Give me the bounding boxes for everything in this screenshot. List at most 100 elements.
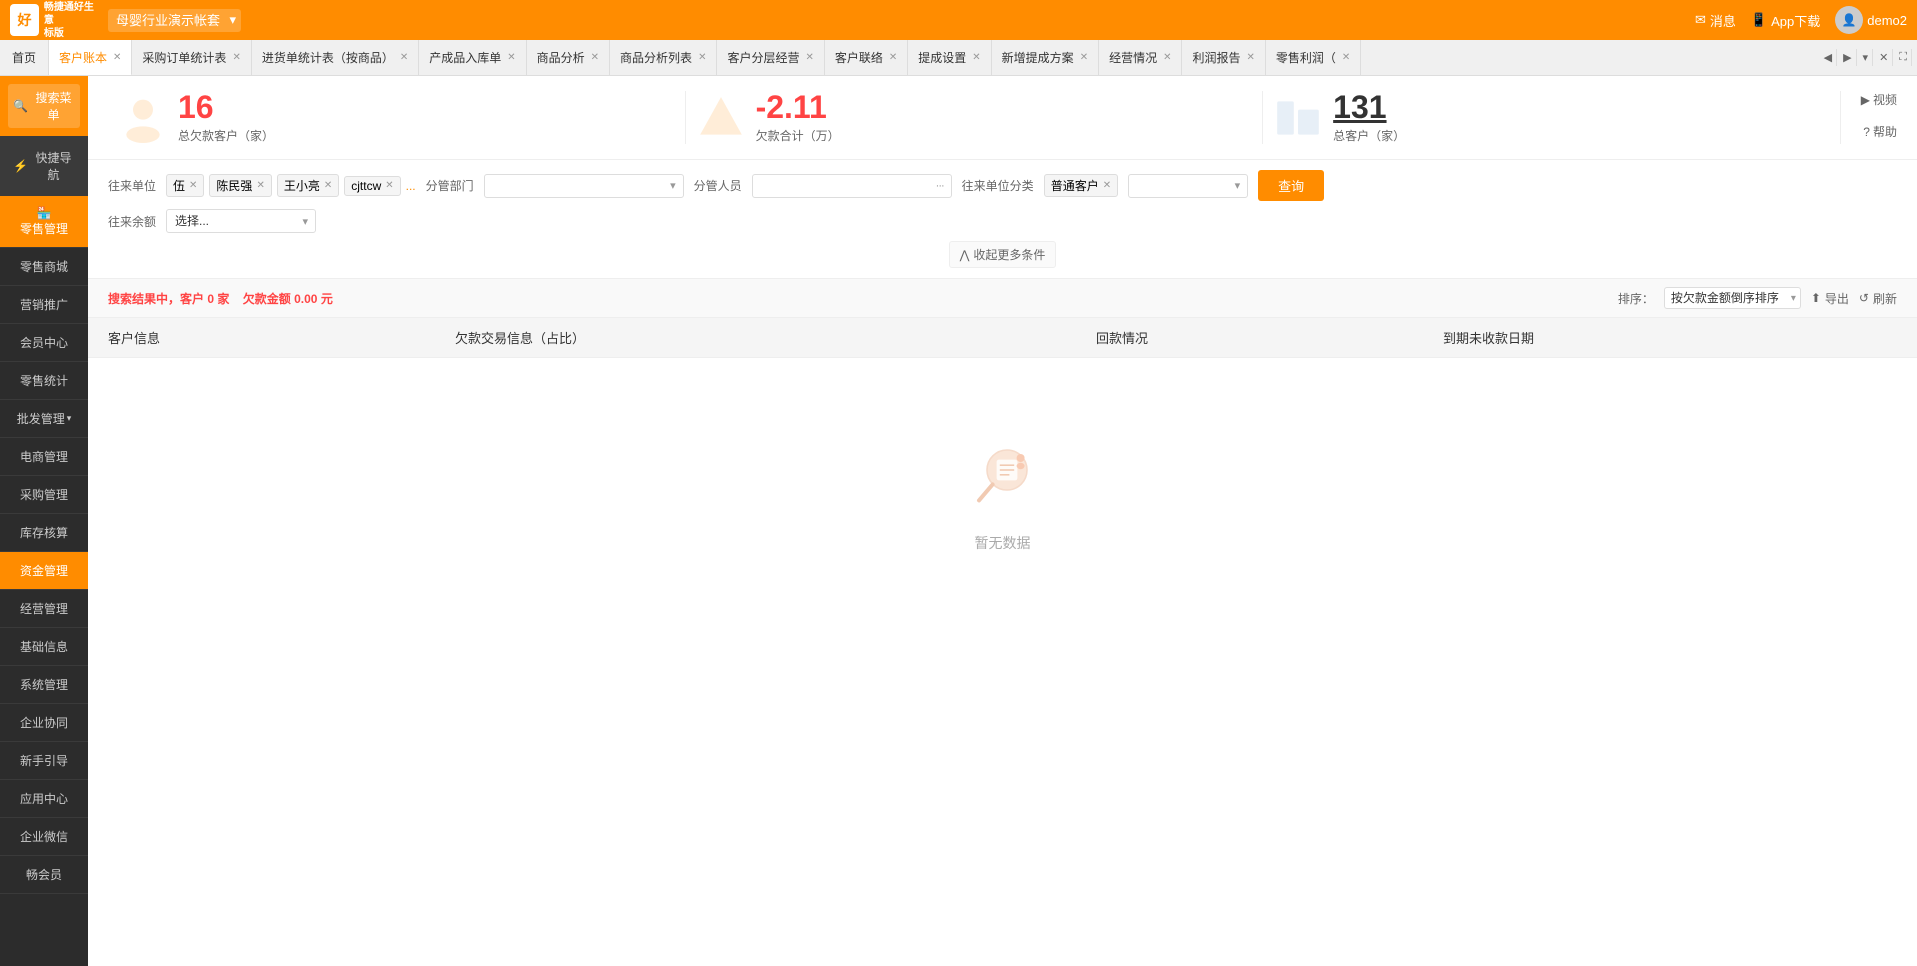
search-menu-btn[interactable]: 🔍 搜索菜单 [8,84,80,128]
tab-product-instock[interactable]: 产成品入库单 ✕ [419,40,526,75]
person-input[interactable] [752,174,952,198]
main-layout: 🔍 搜索菜单 ⚡ 快捷导航 🏪 零售管理 零售商城 营销推广 会员中心 零售统计 [0,76,1917,966]
tab-close-new-improve[interactable]: ✕ [1080,52,1088,63]
tab-instock-stats[interactable]: 进货单统计表（按商品） ✕ [252,40,419,75]
sidebar-item-wholesale[interactable]: 批发管理 ▾ [0,400,88,438]
sort-label: 排序： [1618,290,1654,307]
quick-nav-btn[interactable]: ⚡ 快捷导航 [8,144,80,188]
tag-remove-chen[interactable]: ✕ [256,180,264,191]
tab-close-segment[interactable]: ✕ [805,52,813,63]
tab-close-business[interactable]: ✕ [1163,52,1171,63]
tab-home[interactable]: 首页 [0,40,49,75]
dept-select[interactable] [484,174,684,198]
filter-row-1: 往来单位 伍 ✕ 陈民强 ✕ 王小亮 ✕ cjttcw [108,170,1897,201]
filter-area: 往来单位 伍 ✕ 陈民强 ✕ 王小亮 ✕ cjttcw [88,160,1917,279]
stat-total-overdue: + -2.11 欠款合计（万） [686,91,1264,144]
unit-type-tag-remove[interactable]: ✕ [1103,180,1111,191]
sidebar-item-capital[interactable]: 资金管理 [0,552,88,590]
tenant-selector-wrap[interactable]: 母婴行业演示帐套 [108,9,241,32]
sidebar-item-enterprise-wechat[interactable]: 企业微信 [0,818,88,856]
user-profile[interactable]: 👤 demo2 [1835,6,1907,34]
query-button[interactable]: 查询 [1258,170,1324,201]
unit-tag-cjttcw: cjttcw ✕ [344,176,400,196]
quick-nav-icon: ⚡ [13,159,28,173]
sidebar-item-enterprise-coop[interactable]: 企业协同 [0,704,88,742]
chevron-down-icon: ▾ [67,413,72,424]
tab-close-goods[interactable]: ✕ [591,52,599,63]
tab-goods-analysis[interactable]: 商品分析 ✕ [527,40,610,75]
tab-close-purchase[interactable]: ✕ [232,52,240,63]
tab-close-retail[interactable]: ✕ [1342,52,1350,63]
balance-select[interactable]: 选择... [166,209,316,233]
tab-close-improve[interactable]: ✕ [972,52,980,63]
tab-customer-book[interactable]: 客户账本 ✕ [49,40,132,76]
tag-remove-wu[interactable]: ✕ [189,180,197,191]
sidebar-item-retail-mgmt[interactable]: 🏪 零售管理 [0,196,88,248]
tab-close-goods-list[interactable]: ✕ [698,52,706,63]
collapse-btn[interactable]: ⋀ 收起更多条件 [949,241,1057,268]
tab-retail-profit[interactable]: 零售利润（ ✕ [1266,40,1361,75]
tag-remove-cjttcw[interactable]: ✕ [385,180,393,191]
balance-select-wrap: 选择... [166,209,316,233]
unit-tag-wang: 王小亮 ✕ [277,174,339,197]
results-amount: 0.00 [294,292,317,306]
table-header-row: 客户信息 欠款交易信息（占比） 回款情况 到期未收款日期 [88,318,1917,358]
tab-close-contact[interactable]: ✕ [889,52,897,63]
tab-close-all[interactable]: ✕ [1875,49,1893,66]
tab-close-customer-book[interactable]: ✕ [113,52,121,63]
download-icon: 📱 [1751,12,1767,28]
sidebar-item-inventory[interactable]: 库存核算 [0,514,88,552]
tag-text-cjttcw: cjttcw [351,179,381,193]
tab-profit-report[interactable]: 利润报告 ✕ [1182,40,1265,75]
tab-nav-left[interactable]: ◀ [1820,49,1837,66]
collapse-icon: ⋀ [960,248,970,262]
logo-icon: 好 [10,4,39,36]
sidebar-item-operations[interactable]: 经营管理 [0,590,88,628]
tab-close-profit[interactable]: ✕ [1247,52,1255,63]
sidebar-item-pro-member[interactable]: 畅会员 [0,856,88,894]
sidebar-item-icon: 🏪 [5,206,83,220]
tag-remove-wang[interactable]: ✕ [324,180,332,191]
tab-business-status[interactable]: 经营情况 ✕ [1099,40,1182,75]
sidebar-item-retail-mall[interactable]: 零售商城 [0,248,88,286]
export-btn[interactable]: ⬆ 导出 [1811,290,1849,307]
customers-value: 16 [178,91,214,123]
message-btn[interactable]: ✉ 消息 [1695,11,1736,30]
unit-type-label: 往来单位分类 [962,177,1034,194]
tab-customer-contact[interactable]: 客户联络 ✕ [825,40,908,75]
app-download-btn[interactable]: 📱 App下载 [1751,11,1820,30]
svg-text:+: + [719,122,725,133]
sidebar-item-app-center[interactable]: 应用中心 [0,780,88,818]
sidebar-item-basic-info[interactable]: 基础信息 [0,628,88,666]
tab-goods-analysis-list[interactable]: 商品分析列表 ✕ [610,40,717,75]
sidebar-item-ecommerce[interactable]: 电商管理 [0,438,88,476]
tab-new-improve[interactable]: 新增提成方案 ✕ [992,40,1099,75]
empty-state: 暂无数据 [88,358,1917,633]
unit-type-select[interactable] [1128,174,1248,198]
clients-value: 131 [1333,91,1386,123]
tab-close-instock[interactable]: ✕ [400,52,408,63]
tab-customer-segment[interactable]: 客户分层经营 ✕ [717,40,824,75]
tab-close-product[interactable]: ✕ [507,52,515,63]
sidebar-item-member[interactable]: 会员中心 [0,324,88,362]
sidebar-item-purchase[interactable]: 采购管理 [0,476,88,514]
more-tags-btn[interactable]: ... [406,179,416,193]
sidebar-item-retail-stats[interactable]: 零售统计 [0,362,88,400]
sidebar-item-marketing[interactable]: 营销推广 [0,286,88,324]
tab-maximize[interactable]: ⛶ [1895,49,1912,66]
tab-nav-right[interactable]: ▶ [1839,49,1856,66]
tenant-selector[interactable]: 母婴行业演示帐套 [108,9,241,32]
tab-improve-settings[interactable]: 提成设置 ✕ [908,40,991,75]
tab-nav-menu[interactable]: ▾ [1859,49,1874,66]
empty-text: 暂无数据 [975,533,1031,553]
overdue-bg-icon: + [696,93,746,143]
tab-purchase-order[interactable]: 采购订单统计表 ✕ [132,40,251,75]
refresh-btn[interactable]: ↺ 刷新 [1859,290,1897,307]
balance-label: 往来余额 [108,213,156,230]
sidebar-item-system[interactable]: 系统管理 [0,666,88,704]
sidebar: 🔍 搜索菜单 ⚡ 快捷导航 🏪 零售管理 零售商城 营销推广 会员中心 零售统计 [0,76,88,966]
help-btn[interactable]: ? 帮助 [1863,123,1897,140]
video-help-btn[interactable]: ▶ 视频 [1861,91,1897,108]
sidebar-item-new-guide[interactable]: 新手引导 [0,742,88,780]
sort-select[interactable]: 按欠款金额倒序排序 [1664,287,1801,309]
